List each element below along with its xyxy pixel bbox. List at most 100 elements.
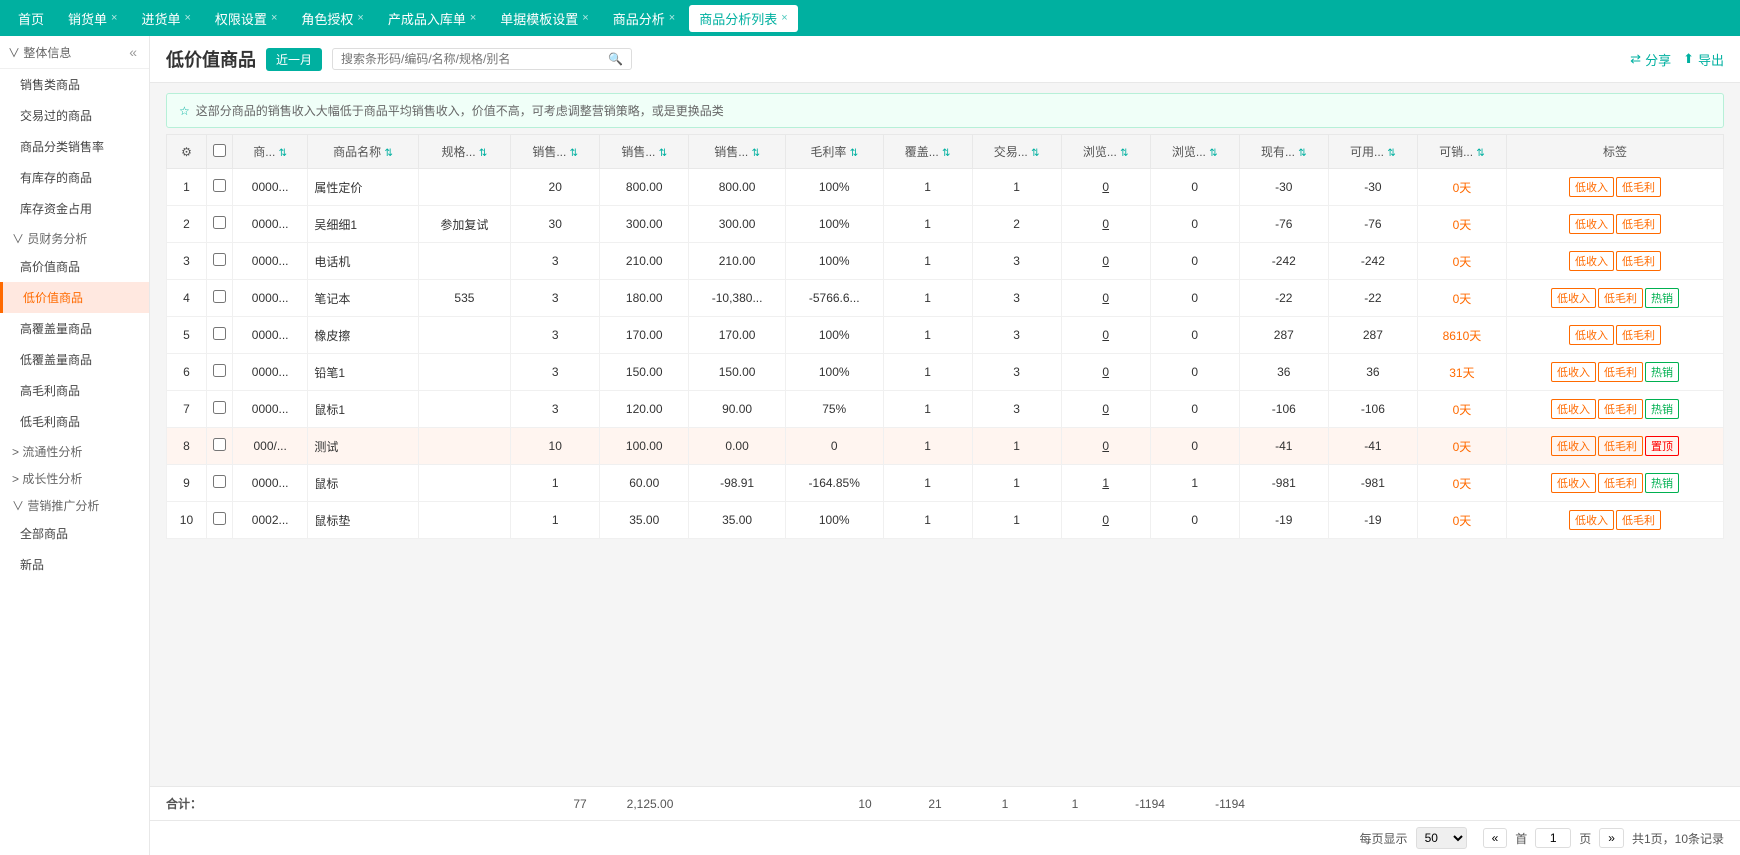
sidebar-item-low-margin[interactable]: 低毛利商品 (0, 406, 149, 437)
total-coverage: 10 (830, 797, 900, 811)
row-sales-price: 150.00 (600, 354, 689, 391)
close-icon[interactable]: × (582, 12, 588, 24)
filter-button[interactable]: 近一月 (266, 48, 322, 71)
sidebar-item-new-goods[interactable]: 新品 (0, 549, 149, 580)
close-icon[interactable]: × (357, 12, 363, 24)
row-checkbox[interactable] (213, 512, 226, 525)
row-views1[interactable]: 0 (1061, 317, 1150, 354)
row-available: -41 (1328, 428, 1417, 465)
table-row: 3 0000... 电话机 3 210.00 210.00 100% 1 3 0… (167, 243, 1724, 280)
sidebar-item-high-value[interactable]: 高价值商品 (0, 251, 149, 282)
collapse-btn[interactable]: « (125, 42, 141, 62)
row-checkbox[interactable] (213, 216, 226, 229)
tag-低收入: 低收入 (1569, 177, 1614, 197)
row-transactions: 1 (972, 502, 1061, 539)
sidebar-item-sales-goods[interactable]: 销售类商品 (0, 69, 149, 100)
nav-stock-in[interactable]: 产成品入库单 × (378, 5, 486, 32)
row-spec (418, 169, 511, 206)
search-icon[interactable]: 🔍 (608, 52, 623, 66)
row-checkbox[interactable] (213, 179, 226, 192)
col-settings[interactable]: ⚙ (167, 135, 207, 169)
close-icon[interactable]: × (470, 12, 476, 24)
row-current-stock: -30 (1239, 169, 1328, 206)
nav-roles[interactable]: 角色授权 × (291, 5, 373, 32)
sidebar-item-stock-goods[interactable]: 有库存的商品 (0, 162, 149, 193)
row-checkbox[interactable] (213, 475, 226, 488)
row-days: 0天 (1417, 391, 1506, 428)
close-icon[interactable]: × (781, 12, 787, 24)
nav-analysis[interactable]: 商品分析 × (603, 5, 685, 32)
col-sales-price: 销售... ⇅ (600, 135, 689, 169)
row-views1[interactable]: 0 (1061, 206, 1150, 243)
row-gross-rate: -5766.6... (785, 280, 883, 317)
page-title: 低价值商品 (166, 46, 256, 72)
select-all-checkbox[interactable] (213, 144, 226, 157)
table-area: ⚙ 商... ⇅ 商品名称 ⇅ 规格... ⇅ 销售... ⇅ 销售... ⇅ … (150, 134, 1740, 786)
close-icon[interactable]: × (669, 12, 675, 24)
sidebar-item-category-sales[interactable]: 商品分类销售率 (0, 131, 149, 162)
nav-permissions-label: 权限设置 (215, 9, 267, 28)
col-transactions: 交易... ⇅ (972, 135, 1061, 169)
export-button[interactable]: ⬆ 导出 (1683, 50, 1724, 69)
row-sales-price: 210.00 (600, 243, 689, 280)
row-views1[interactable]: 1 (1061, 465, 1150, 502)
row-views1[interactable]: 0 (1061, 428, 1150, 465)
close-icon[interactable]: × (271, 12, 277, 24)
nav-sales-order[interactable]: 销货单 × (58, 5, 127, 32)
row-sales-qty: 20 (511, 169, 600, 206)
sidebar-item-high-coverage[interactable]: 高覆盖量商品 (0, 313, 149, 344)
header-actions: ⇄ 分享 ⬆ 导出 (1630, 50, 1724, 69)
tag-低毛利: 低毛利 (1616, 214, 1661, 234)
total-sales-price: 2,125.00 (610, 797, 690, 811)
row-views1[interactable]: 0 (1061, 354, 1150, 391)
banner-text: 这部分商品的销售收入大幅低于商品平均销售收入，价值不高，可考虑调整营销策略，或是… (196, 102, 724, 119)
row-name: 鼠标1 (308, 391, 418, 428)
close-icon[interactable]: × (184, 12, 190, 24)
row-checkbox[interactable] (213, 327, 226, 340)
row-gross-rate: 100% (785, 354, 883, 391)
sidebar-item-low-value[interactable]: 低价值商品 (0, 282, 149, 313)
row-checkbox[interactable] (213, 253, 226, 266)
row-days: 31天 (1417, 354, 1506, 391)
content-header: 低价值商品 近一月 🔍 ⇄ 分享 ⬆ 导出 (150, 36, 1740, 83)
info-icon: ☆ (179, 104, 190, 118)
page-number-input[interactable] (1535, 828, 1571, 848)
row-views1[interactable]: 0 (1061, 243, 1150, 280)
export-icon: ⬆ (1683, 51, 1694, 67)
first-page-button[interactable]: « (1483, 828, 1508, 848)
share-button[interactable]: ⇄ 分享 (1630, 50, 1671, 69)
row-name: 鼠标 (308, 465, 418, 502)
row-days: 0天 (1417, 169, 1506, 206)
nav-permissions[interactable]: 权限设置 × (205, 5, 287, 32)
row-views1[interactable]: 0 (1061, 169, 1150, 206)
nav-home[interactable]: 首页 (8, 5, 54, 32)
sidebar-item-capital[interactable]: 库存资金占用 (0, 193, 149, 224)
last-page-button[interactable]: » (1599, 828, 1624, 848)
row-views1[interactable]: 0 (1061, 280, 1150, 317)
row-current-stock: -76 (1239, 206, 1328, 243)
row-views2: 0 (1150, 354, 1239, 391)
tag-低收入: 低收入 (1551, 473, 1596, 493)
nav-analysis-list[interactable]: 商品分析列表 × (689, 5, 797, 32)
row-checkbox[interactable] (213, 290, 226, 303)
per-page-select[interactable]: 50 100 200 (1416, 827, 1467, 849)
table-row: 7 0000... 鼠标1 3 120.00 90.00 75% 1 3 0 0… (167, 391, 1724, 428)
row-checkbox[interactable] (213, 364, 226, 377)
sidebar-item-traded[interactable]: 交易过的商品 (0, 100, 149, 131)
row-checkbox[interactable] (213, 438, 226, 451)
row-sales-price: 170.00 (600, 317, 689, 354)
row-checkbox[interactable] (213, 401, 226, 414)
table-row: 6 0000... 铅笔1 3 150.00 150.00 100% 1 3 0… (167, 354, 1724, 391)
total-sales-qty: 77 (550, 797, 610, 811)
sidebar-item-high-margin[interactable]: 高毛利商品 (0, 375, 149, 406)
row-sales-qty: 3 (511, 243, 600, 280)
nav-template[interactable]: 单据模板设置 × (490, 5, 598, 32)
search-input[interactable] (341, 52, 608, 66)
nav-purchase[interactable]: 进货单 × (131, 5, 200, 32)
sidebar-item-all-goods[interactable]: 全部商品 (0, 518, 149, 549)
sidebar-item-low-coverage[interactable]: 低覆盖量商品 (0, 344, 149, 375)
close-icon[interactable]: × (111, 12, 117, 24)
table-row: 1 0000... 属性定价 20 800.00 800.00 100% 1 1… (167, 169, 1724, 206)
row-views1[interactable]: 0 (1061, 502, 1150, 539)
row-views1[interactable]: 0 (1061, 391, 1150, 428)
